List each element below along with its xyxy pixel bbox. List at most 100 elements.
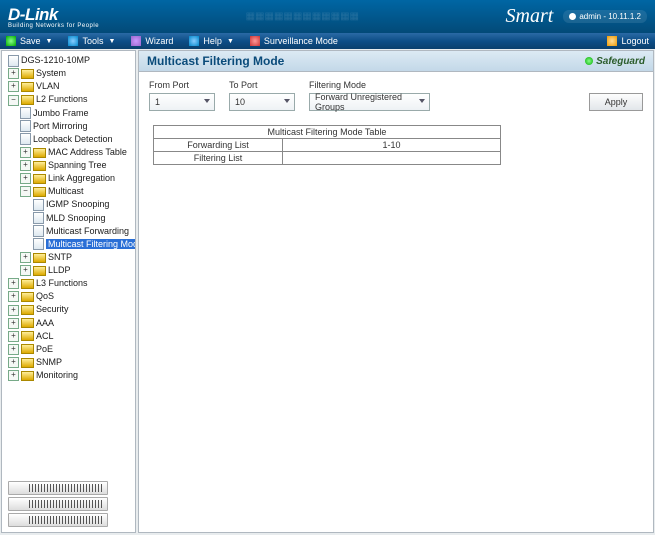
tree-poe[interactable]: + PoE [4, 343, 133, 356]
help-label: Help [203, 36, 222, 46]
chevron-down-icon: ▼ [227, 38, 234, 45]
tree-multicast[interactable]: −Multicast [16, 185, 133, 198]
tree-vlan[interactable]: +VLAN [4, 80, 133, 93]
toolbar: Save ▼ Tools▼ Wizard Help ▼ Surveillance M… [0, 33, 655, 49]
apply-label: Apply [605, 97, 628, 107]
tree-l2[interactable]: −L2 Functions [4, 93, 133, 106]
mode-select[interactable]: Forward Unregistered Groups [309, 93, 430, 111]
expand-icon[interactable]: + [8, 357, 19, 368]
tree-jumbo[interactable]: Jumbo Frame [16, 107, 133, 120]
tree-multicast-fwd[interactable]: Multicast Forwarding [29, 225, 133, 238]
tree-multicast-filter-mode[interactable]: Multicast Filtering Mode [29, 238, 133, 251]
logout-icon [607, 36, 617, 46]
brand-logo: D-Link Building Networks for People [8, 5, 99, 29]
tree-system[interactable]: +System [4, 67, 133, 80]
expand-icon[interactable]: + [8, 81, 19, 92]
page-icon [33, 212, 44, 224]
folder-icon [33, 266, 46, 276]
folder-icon [33, 148, 46, 158]
folder-icon [21, 292, 34, 302]
folder-icon [21, 344, 34, 354]
tree-label: ACL [36, 331, 54, 341]
expand-icon[interactable]: + [8, 370, 19, 381]
admin-info: admin - 10.11.1.2 [563, 10, 647, 23]
collapse-icon[interactable]: − [8, 95, 19, 106]
apply-button[interactable]: Apply [589, 93, 643, 111]
tree-aaa[interactable]: +AAA [4, 317, 133, 330]
expand-icon[interactable]: + [8, 305, 19, 316]
tree-label: MLD Snooping [46, 213, 106, 223]
folder-icon [21, 331, 34, 341]
tree-device[interactable]: DGS-1210-10MP [4, 54, 133, 67]
wizard-label: Wizard [145, 36, 173, 46]
surveillance-button[interactable]: Surveillance Mode [250, 36, 338, 46]
tree-igmp[interactable]: IGMP Snooping [29, 198, 133, 211]
tree-snmp[interactable]: + SNMP [4, 356, 133, 369]
collapse-icon[interactable]: − [20, 186, 31, 197]
filtering-mode-table: Multicast Filtering Mode Table Forwardin… [153, 125, 501, 165]
wizard-button[interactable]: Wizard [131, 36, 173, 46]
tree-qos[interactable]: +QoS [4, 290, 133, 303]
tree-loopback[interactable]: Loopback Detection [16, 133, 133, 146]
expand-icon[interactable]: + [20, 252, 31, 263]
tree-label: Port Mirroring [33, 121, 88, 131]
tools-menu[interactable]: Tools▼ [68, 36, 115, 46]
expand-icon[interactable]: + [20, 160, 31, 171]
from-port-select[interactable]: 1 [149, 93, 215, 111]
tree-label: PoE [36, 344, 53, 354]
to-port-select[interactable]: 10 [229, 93, 295, 111]
surveillance-label: Surveillance Mode [264, 36, 338, 46]
safeguard-icon [585, 57, 593, 65]
safeguard-label: Safeguard [596, 56, 645, 67]
tree-spanning[interactable]: +Spanning Tree [16, 159, 133, 172]
expand-icon[interactable]: + [8, 318, 19, 329]
folder-icon [33, 187, 46, 197]
expand-icon[interactable]: + [8, 291, 19, 302]
tree-label: SNMP [36, 357, 62, 367]
from-port-value: 1 [155, 97, 160, 107]
device-image [8, 481, 108, 526]
chevron-down-icon: ▼ [46, 38, 53, 45]
expand-icon[interactable]: + [8, 278, 19, 289]
folder-icon [21, 95, 34, 105]
tree-security[interactable]: + Security [4, 303, 133, 316]
tree-link-agg[interactable]: +Link Aggregation [16, 172, 133, 185]
folder-icon [33, 174, 46, 184]
page-icon [20, 107, 31, 119]
tree-label: IGMP Snooping [46, 200, 109, 210]
logout-button[interactable]: Logout [607, 36, 649, 46]
tree-mld[interactable]: MLD Snooping [29, 212, 133, 225]
to-port-value: 10 [235, 97, 245, 107]
expand-icon[interactable]: + [20, 173, 31, 184]
mode-label: Filtering Mode [309, 80, 430, 90]
tree-mac-table[interactable]: + MAC Address Table [16, 146, 133, 159]
forwarding-value: 1-10 [283, 139, 501, 152]
page-title: Multicast Filtering Mode [147, 54, 585, 68]
expand-icon[interactable]: + [8, 331, 19, 342]
smart-label: Smart [506, 5, 554, 28]
help-icon [189, 36, 199, 46]
tree-label: DGS-1210-10MP [21, 55, 90, 65]
save-menu[interactable]: Save ▼ [6, 36, 52, 46]
tree-sntp[interactable]: +SNTP [16, 251, 133, 264]
expand-icon[interactable]: + [8, 68, 19, 79]
tree-monitoring[interactable]: +Monitoring [4, 369, 133, 382]
safeguard-indicator: Safeguard [585, 56, 645, 67]
expand-icon[interactable]: + [20, 265, 31, 276]
folder-icon [21, 279, 34, 289]
expand-icon[interactable]: + [8, 344, 19, 355]
tree-lldp[interactable]: +LLDP [16, 264, 133, 277]
tree-label: Multicast Forwarding [46, 226, 129, 236]
tree-label: MAC Address Table [48, 147, 127, 157]
tree-acl[interactable]: + ACL [4, 330, 133, 343]
tree-port-mirror[interactable]: Port Mirroring [16, 120, 133, 133]
folder-icon [21, 69, 34, 79]
expand-icon[interactable]: + [20, 147, 31, 158]
help-menu[interactable]: Help ▼ [189, 36, 233, 46]
tree-label: Multicast Filtering Mode [46, 239, 136, 249]
save-icon [6, 36, 16, 46]
tree-label: Security [36, 305, 69, 315]
save-label: Save [20, 36, 41, 46]
tree-l3[interactable]: +L3 Functions [4, 277, 133, 290]
page-icon [33, 238, 44, 250]
